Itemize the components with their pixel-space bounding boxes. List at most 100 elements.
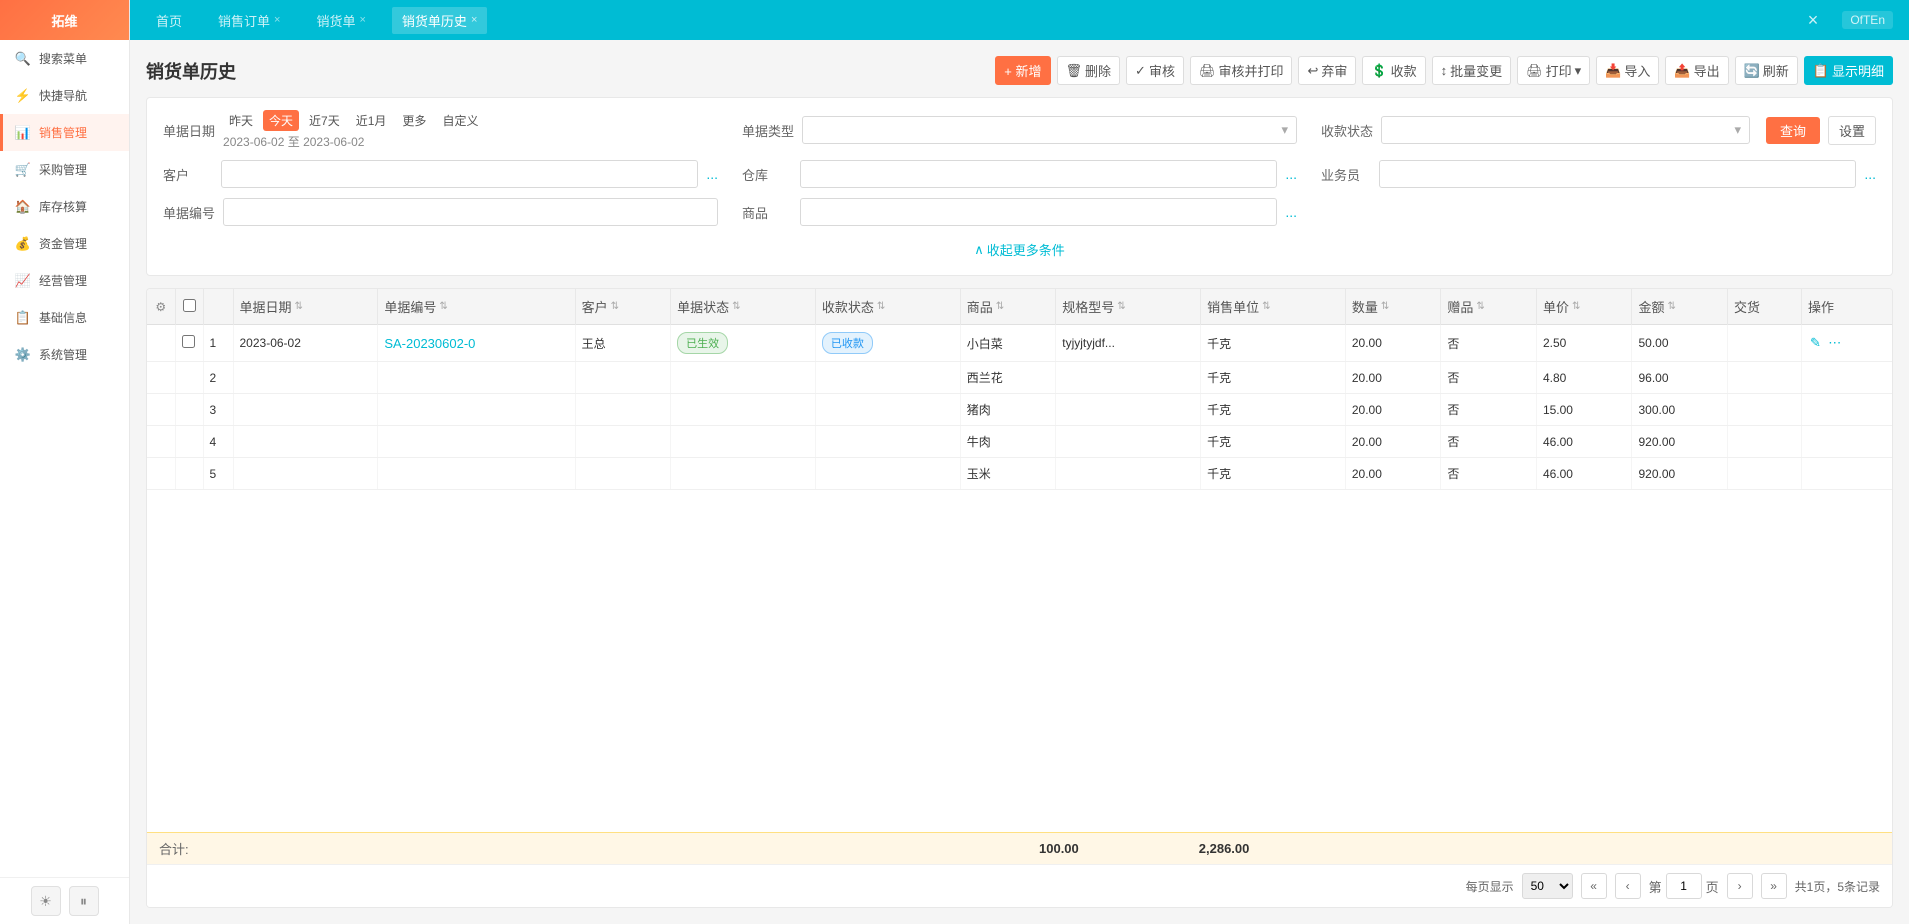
sidebar-bottom-btn1[interactable]: ☀ bbox=[31, 886, 61, 916]
tab-sales-goods-close[interactable]: × bbox=[359, 14, 365, 26]
th-goods[interactable]: 商品 ⇅ bbox=[960, 289, 1056, 325]
import-button[interactable]: 📥 导入 bbox=[1596, 56, 1659, 85]
sidebar-item-quick-nav[interactable]: ⚡ 快捷导航 bbox=[0, 77, 129, 114]
audit-button[interactable]: ✓ 审核 bbox=[1126, 56, 1184, 85]
export-button[interactable]: 📤 导出 bbox=[1665, 56, 1728, 85]
row3-checkbox bbox=[175, 394, 203, 426]
nav-close-btn[interactable]: × bbox=[1800, 10, 1827, 31]
salesman-ellipsis[interactable]: ... bbox=[1864, 166, 1876, 182]
table-row: 5 玉米 千克 20.00 否 46.00 920. bbox=[147, 458, 1892, 490]
row4-transaction bbox=[1728, 426, 1802, 458]
row1-doc-no-link[interactable]: SA-20230602-0 bbox=[384, 336, 475, 351]
collect-button[interactable]: 💲 收款 bbox=[1362, 56, 1425, 85]
delete-button[interactable]: 🗑 删除 bbox=[1057, 56, 1121, 85]
abandon-button[interactable]: ↩ 弃审 bbox=[1298, 56, 1356, 85]
sidebar-label-system: 系统管理 bbox=[39, 346, 87, 363]
collapse-button[interactable]: ∧ 收起更多条件 bbox=[163, 236, 1876, 263]
warehouse-label: 仓库 bbox=[742, 165, 792, 184]
sidebar-bottom-btn2[interactable]: ⏸ bbox=[69, 886, 99, 916]
doc-no-input[interactable] bbox=[223, 198, 718, 226]
th-doc-status[interactable]: 单据状态 ⇅ bbox=[671, 289, 816, 325]
page-next-btn[interactable]: › bbox=[1727, 873, 1753, 899]
warehouse-ellipsis[interactable]: ... bbox=[1285, 166, 1297, 182]
th-doc-no[interactable]: 单据编号 ⇅ bbox=[378, 289, 575, 325]
sidebar-item-basic-info[interactable]: 📋 基础信息 bbox=[0, 299, 129, 336]
page-input[interactable] bbox=[1666, 873, 1702, 899]
sidebar-item-search-menu[interactable]: 🔍 搜索菜单 bbox=[0, 40, 129, 77]
filter-row-3: 单据编号 商品 ... bbox=[163, 198, 1876, 226]
th-payment-status[interactable]: 收款状态 ⇅ bbox=[815, 289, 960, 325]
th-settings[interactable]: ⚙ bbox=[147, 289, 175, 325]
th-gift[interactable]: 赠品 ⇅ bbox=[1441, 289, 1537, 325]
th-price[interactable]: 单价 ⇅ bbox=[1536, 289, 1632, 325]
row1-more-icon[interactable]: ⋯ bbox=[1826, 335, 1843, 350]
select-all-checkbox[interactable] bbox=[183, 299, 196, 312]
show-detail-button[interactable]: 📋 显示明细 bbox=[1804, 56, 1893, 85]
batch-change-button[interactable]: ↕ 批量变更 bbox=[1432, 56, 1512, 85]
page-first-btn[interactable]: « bbox=[1581, 873, 1607, 899]
date-label: 单据日期 bbox=[163, 121, 215, 140]
shortcut-custom[interactable]: 自定义 bbox=[436, 110, 484, 131]
sidebar-label-search-menu: 搜索菜单 bbox=[39, 50, 87, 67]
sidebar-item-operations[interactable]: 📈 经营管理 bbox=[0, 262, 129, 299]
page-last-btn[interactable]: » bbox=[1761, 873, 1787, 899]
shortcut-7days[interactable]: 近7天 bbox=[303, 110, 346, 131]
th-qty[interactable]: 数量 ⇅ bbox=[1345, 289, 1441, 325]
search-button[interactable]: 查询 bbox=[1766, 117, 1820, 144]
sidebar-item-finance[interactable]: 💰 资金管理 bbox=[0, 225, 129, 262]
payment-status-select[interactable]: ▾ bbox=[1381, 116, 1750, 144]
page-prev-btn[interactable]: ‹ bbox=[1615, 873, 1641, 899]
shortcut-1month[interactable]: 近1月 bbox=[350, 110, 393, 131]
table-scroll-area[interactable]: ⚙ 单据日期 ⇅ bbox=[147, 289, 1892, 832]
shortcut-today[interactable]: 今天 bbox=[263, 110, 299, 131]
th-spec[interactable]: 规格型号 ⇅ bbox=[1056, 289, 1201, 325]
total-amount: 2,286.00 bbox=[1199, 841, 1250, 856]
th-doc-date[interactable]: 单据日期 ⇅ bbox=[233, 289, 378, 325]
tab-sales-history[interactable]: 销货单历史 × bbox=[392, 7, 487, 34]
settings-button[interactable]: 设置 bbox=[1828, 116, 1876, 145]
tab-home[interactable]: 首页 bbox=[146, 7, 192, 34]
per-page-select[interactable]: 50 100 200 bbox=[1522, 873, 1573, 899]
row4-unit: 千克 bbox=[1201, 426, 1346, 458]
row5-spec bbox=[1056, 458, 1201, 490]
sidebar-label-purchase: 采购管理 bbox=[39, 161, 87, 178]
goods-input[interactable] bbox=[800, 198, 1277, 226]
filter-row-1: 单据日期 昨天 今天 近7天 近1月 更多 自定义 2023-06-02 至 2… bbox=[163, 110, 1876, 150]
th-unit[interactable]: 销售单位 ⇅ bbox=[1201, 289, 1346, 325]
import-icon: 📥 bbox=[1605, 63, 1621, 79]
th-amount[interactable]: 金额 ⇅ bbox=[1632, 289, 1728, 325]
new-button[interactable]: + 新增 bbox=[995, 56, 1050, 85]
sidebar-item-system[interactable]: ⚙️ 系统管理 bbox=[0, 336, 129, 373]
tab-sales-order[interactable]: 销售订单 × bbox=[208, 7, 290, 34]
often-badge-area[interactable]: OfTEn bbox=[1842, 11, 1893, 29]
audit-print-button[interactable]: 🖨 审核并打印 bbox=[1190, 56, 1293, 85]
tab-sales-history-close[interactable]: × bbox=[471, 14, 477, 26]
sidebar-item-inventory[interactable]: 🏠 库存核算 bbox=[0, 188, 129, 225]
tab-sales-order-close[interactable]: × bbox=[274, 14, 280, 26]
th-customer[interactable]: 客户 ⇅ bbox=[575, 289, 671, 325]
shortcut-yesterday[interactable]: 昨天 bbox=[223, 110, 259, 131]
salesman-input[interactable] bbox=[1379, 160, 1856, 188]
customer-input[interactable] bbox=[221, 160, 698, 188]
row4-payment-status bbox=[815, 426, 960, 458]
row1-doc-date: 2023-06-02 bbox=[233, 325, 378, 362]
tab-sales-goods[interactable]: 销货单 × bbox=[306, 7, 375, 34]
sidebar-item-purchase[interactable]: 🛒 采购管理 bbox=[0, 151, 129, 188]
goods-ellipsis[interactable]: ... bbox=[1285, 204, 1297, 220]
warehouse-input[interactable] bbox=[800, 160, 1277, 188]
quick-nav-icon: ⚡ bbox=[15, 88, 31, 104]
filter-doc-type: 单据类型 ▾ bbox=[742, 116, 1297, 144]
table-row: 1 2023-06-02 SA-20230602-0 王总 已生效 已收款 小白… bbox=[147, 325, 1892, 362]
row1-edit-icon[interactable]: ✎ bbox=[1808, 335, 1823, 350]
table-body: 1 2023-06-02 SA-20230602-0 王总 已生效 已收款 小白… bbox=[147, 325, 1892, 490]
shortcut-more[interactable]: 更多 bbox=[396, 110, 432, 131]
th-seq bbox=[203, 289, 233, 325]
row4-goods: 牛肉 bbox=[960, 426, 1056, 458]
print-button[interactable]: 🖨 打印 ▾ bbox=[1517, 56, 1590, 85]
refresh-button[interactable]: 🔄 刷新 bbox=[1735, 56, 1798, 85]
date-range-display: 2023-06-02 至 2023-06-02 bbox=[223, 133, 484, 150]
customer-ellipsis[interactable]: ... bbox=[706, 166, 718, 182]
sidebar-item-sales[interactable]: 📊 销售管理 bbox=[0, 114, 129, 151]
date-block: 昨天 今天 近7天 近1月 更多 自定义 2023-06-02 至 2023-0… bbox=[223, 110, 484, 150]
doc-type-select[interactable]: ▾ bbox=[802, 116, 1297, 144]
